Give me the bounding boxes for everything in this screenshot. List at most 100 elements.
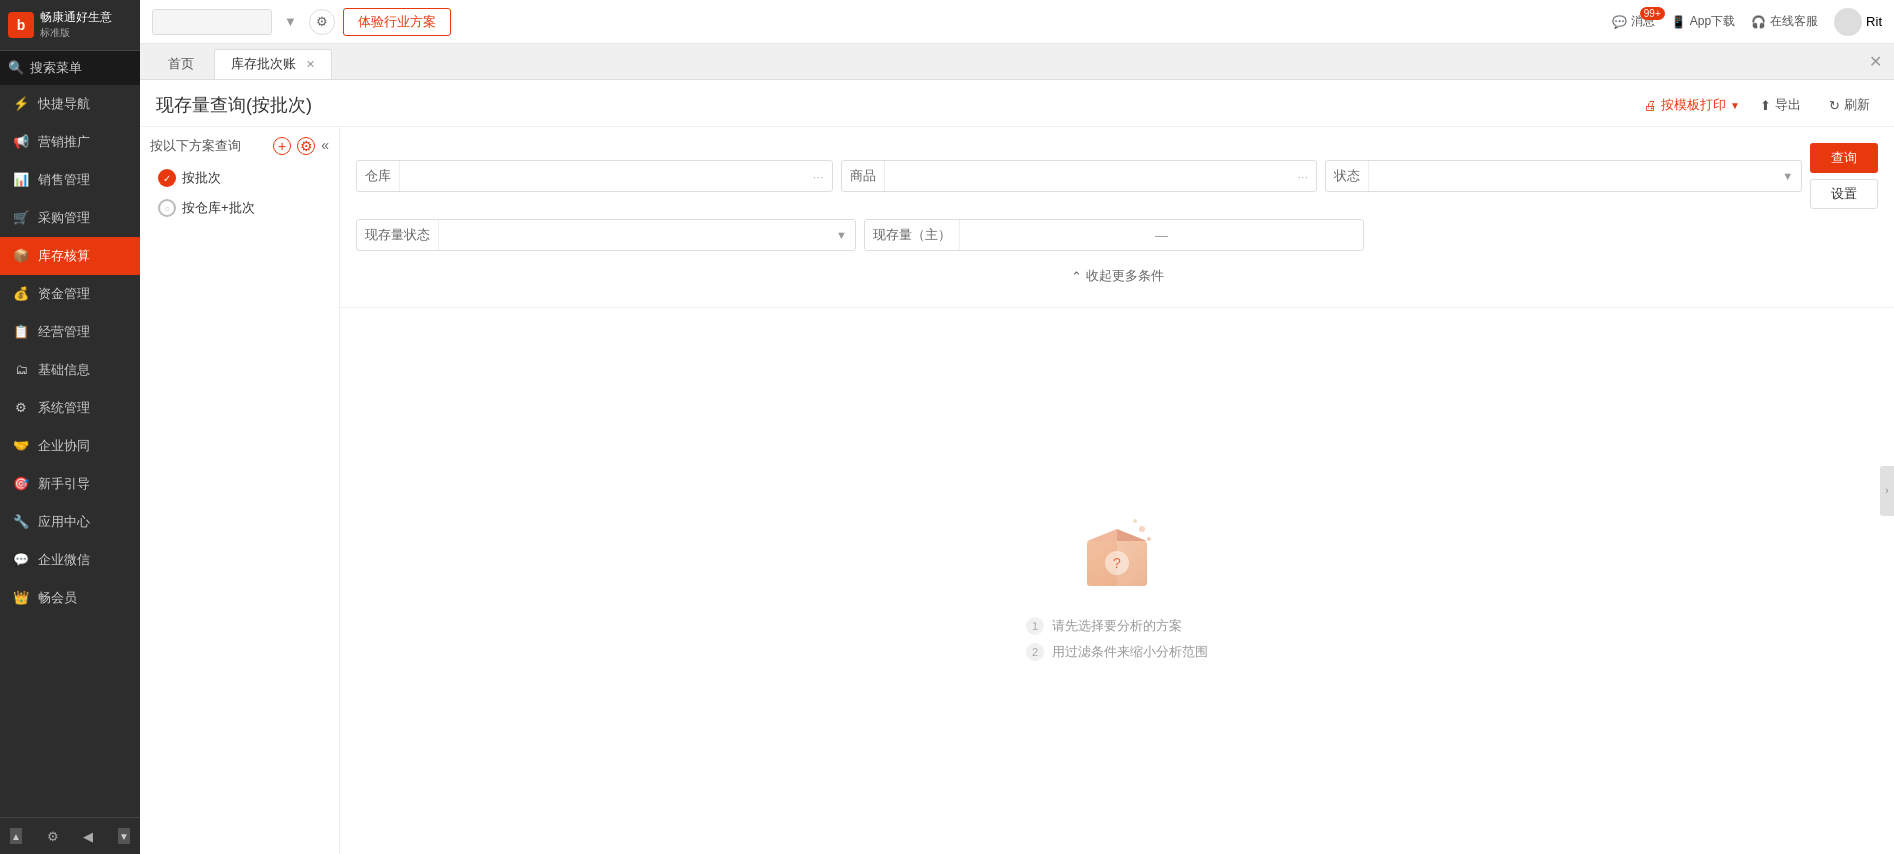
sidebar-item-finance[interactable]: 💰 资金管理	[0, 275, 140, 313]
sidebar-item-member[interactable]: 👑 畅会员	[0, 579, 140, 617]
print-button[interactable]: 🖨 按模板打印 ▼	[1644, 96, 1740, 114]
collapse-label: 收起更多条件	[1086, 267, 1164, 285]
scheme-item-batch[interactable]: ✓ 按批次	[150, 163, 329, 193]
customer-service-button[interactable]: 🎧 在线客服	[1751, 13, 1818, 30]
sidebar-search[interactable]: 🔍 搜索菜单	[0, 51, 140, 85]
nav-label-member: 畅会员	[38, 589, 77, 607]
collapse-button[interactable]: ⌃ 收起更多条件	[1071, 261, 1164, 291]
set-button[interactable]: 设置	[1810, 179, 1878, 209]
nav-icon-guide: 🎯	[12, 475, 30, 493]
nav-label-marketing: 营销推广	[38, 133, 90, 151]
nav-label-purchase: 采购管理	[38, 209, 90, 227]
nav-icon-corp: 🤝	[12, 437, 30, 455]
filter-row-1: 仓库 ··· 商品 ··· 状态 ▼	[356, 143, 1878, 209]
sidebar-footer: ▲ ⚙ ◀ ▼	[0, 817, 140, 854]
status-label: 状态	[1326, 161, 1369, 191]
search-icon: 🔍	[8, 60, 24, 75]
warehouse-input[interactable]	[400, 162, 805, 190]
body-area: 按以下方案查询 + ⚙ « ✓ 按批次 ○ 按仓库+批次	[140, 127, 1894, 854]
topbar: ▼ ⚙ 体验行业方案 💬 消息 99+ 📱 App下载 🎧 在线客服 Rit	[140, 0, 1894, 44]
export-button[interactable]: ⬆ 导出	[1752, 92, 1809, 118]
printer-icon: 🖨	[1644, 98, 1657, 113]
scheme-settings-icon[interactable]: ⚙	[297, 137, 315, 155]
topbar-dropdown-arrow[interactable]: ▼	[280, 14, 301, 29]
scheme-batch-label: 按批次	[182, 169, 221, 187]
stock-qty-max-input[interactable]	[1176, 221, 1363, 249]
sidebar-item-inventory[interactable]: 📦 库存核算	[0, 237, 140, 275]
sidebar-item-system[interactable]: ⚙ 系统管理	[0, 389, 140, 427]
filter-form: 仓库 ··· 商品 ··· 状态 ▼	[340, 127, 1894, 308]
step-2-text: 用过滤条件来缩小分析范围	[1052, 643, 1208, 661]
svg-point-8	[1133, 519, 1137, 523]
status-dropdown[interactable]: ▼	[1369, 161, 1801, 191]
message-button[interactable]: 💬 消息 99+	[1612, 13, 1655, 30]
topbar-search-input[interactable]	[152, 9, 272, 35]
right-collapse-handle[interactable]: ›	[1880, 466, 1894, 516]
empty-step-1: 1 请先选择要分析的方案	[1026, 617, 1208, 635]
sidebar-item-guide[interactable]: 🎯 新手引导	[0, 465, 140, 503]
nav-label-corp: 企业协同	[38, 437, 90, 455]
nav-label-inventory: 库存核算	[38, 247, 90, 265]
scheme-inactive-icon: ○	[158, 199, 176, 217]
nav-label-ops: 经营管理	[38, 323, 90, 341]
empty-step-2: 2 用过滤条件来缩小分析范围	[1026, 643, 1208, 661]
tab-inventory-batch[interactable]: 库存批次账 ✕	[214, 49, 332, 79]
sidebar-item-wechat[interactable]: 💬 企业微信	[0, 541, 140, 579]
scroll-down-button[interactable]: ▼	[118, 828, 130, 844]
topbar-gear-button[interactable]: ⚙	[309, 9, 335, 35]
page-title: 现存量查询(按批次)	[156, 93, 312, 117]
sidebar-item-sales[interactable]: 📊 销售管理	[0, 161, 140, 199]
product-more-icon[interactable]: ···	[1290, 169, 1317, 184]
warehouse-more-icon[interactable]: ···	[805, 169, 832, 184]
user-menu[interactable]: Rit	[1834, 8, 1882, 36]
nav-icon-system: ⚙	[12, 399, 30, 417]
warehouse-label: 仓库	[357, 161, 400, 191]
left-panel-title: 按以下方案查询	[150, 137, 241, 155]
tab-home[interactable]: 首页	[152, 49, 210, 79]
left-panel: 按以下方案查询 + ⚙ « ✓ 按批次 ○ 按仓库+批次	[140, 127, 340, 854]
product-input[interactable]	[885, 162, 1290, 190]
nav-icon-basic: 🗂	[12, 361, 30, 379]
sidebar-item-corp[interactable]: 🤝 企业协同	[0, 427, 140, 465]
collapse-row: ⌃ 收起更多条件	[356, 261, 1878, 291]
tab-home-label: 首页	[168, 55, 194, 73]
experience-btn[interactable]: 体验行业方案	[343, 8, 451, 36]
close-all-icon[interactable]: ✕	[1869, 52, 1882, 71]
print-dropdown-icon[interactable]: ▼	[1730, 100, 1740, 111]
refresh-button[interactable]: ↻ 刷新	[1821, 92, 1878, 118]
settings-icon[interactable]: ⚙	[47, 829, 59, 844]
empty-state: ? 1 请先选择要分析的方案 2	[340, 308, 1894, 854]
message-icon: 💬	[1612, 15, 1627, 29]
sidebar-item-purchase[interactable]: 🛒 采购管理	[0, 199, 140, 237]
tab-close-icon[interactable]: ✕	[306, 58, 315, 71]
empty-steps: 1 请先选择要分析的方案 2 用过滤条件来缩小分析范围	[1026, 617, 1208, 661]
refresh-icon: ↻	[1829, 98, 1840, 113]
nav-icon-ops: 📋	[12, 323, 30, 341]
sidebar-item-app-center[interactable]: 🔧 应用中心	[0, 503, 140, 541]
stock-qty-min-input[interactable]	[960, 221, 1147, 249]
app-download-icon: 📱	[1671, 15, 1686, 29]
sidebar-item-ops[interactable]: 📋 经营管理	[0, 313, 140, 351]
add-scheme-icon[interactable]: +	[273, 137, 291, 155]
sidebar-item-marketing[interactable]: 📢 营销推广	[0, 123, 140, 161]
nav-icon-finance: 💰	[12, 285, 30, 303]
collapse-sidebar-icon[interactable]: ◀	[83, 829, 93, 844]
app-download-button[interactable]: 📱 App下载	[1671, 13, 1735, 30]
scroll-up-button[interactable]: ▲	[10, 828, 22, 844]
nav-icon-wechat: 💬	[12, 551, 30, 569]
app-download-label: App下载	[1690, 13, 1735, 30]
nav-label-system: 系统管理	[38, 399, 90, 417]
query-button[interactable]: 查询	[1810, 143, 1878, 173]
stock-status-dropdown[interactable]: ▼	[439, 220, 855, 250]
scheme-item-warehouse-batch[interactable]: ○ 按仓库+批次	[150, 193, 329, 223]
scheme-warehouse-batch-label: 按仓库+批次	[182, 199, 255, 217]
search-label: 搜索菜单	[30, 59, 82, 77]
sidebar-item-basic[interactable]: 🗂 基础信息	[0, 351, 140, 389]
sidebar-item-quick-nav[interactable]: ⚡ 快捷导航	[0, 85, 140, 123]
collapse-left-panel-icon[interactable]: «	[321, 137, 329, 155]
headset-icon: 🎧	[1751, 15, 1766, 29]
message-badge: 99+	[1640, 7, 1665, 20]
step-1-number: 1	[1026, 617, 1044, 635]
print-label: 按模板打印	[1661, 96, 1726, 114]
svg-point-7	[1147, 537, 1151, 541]
